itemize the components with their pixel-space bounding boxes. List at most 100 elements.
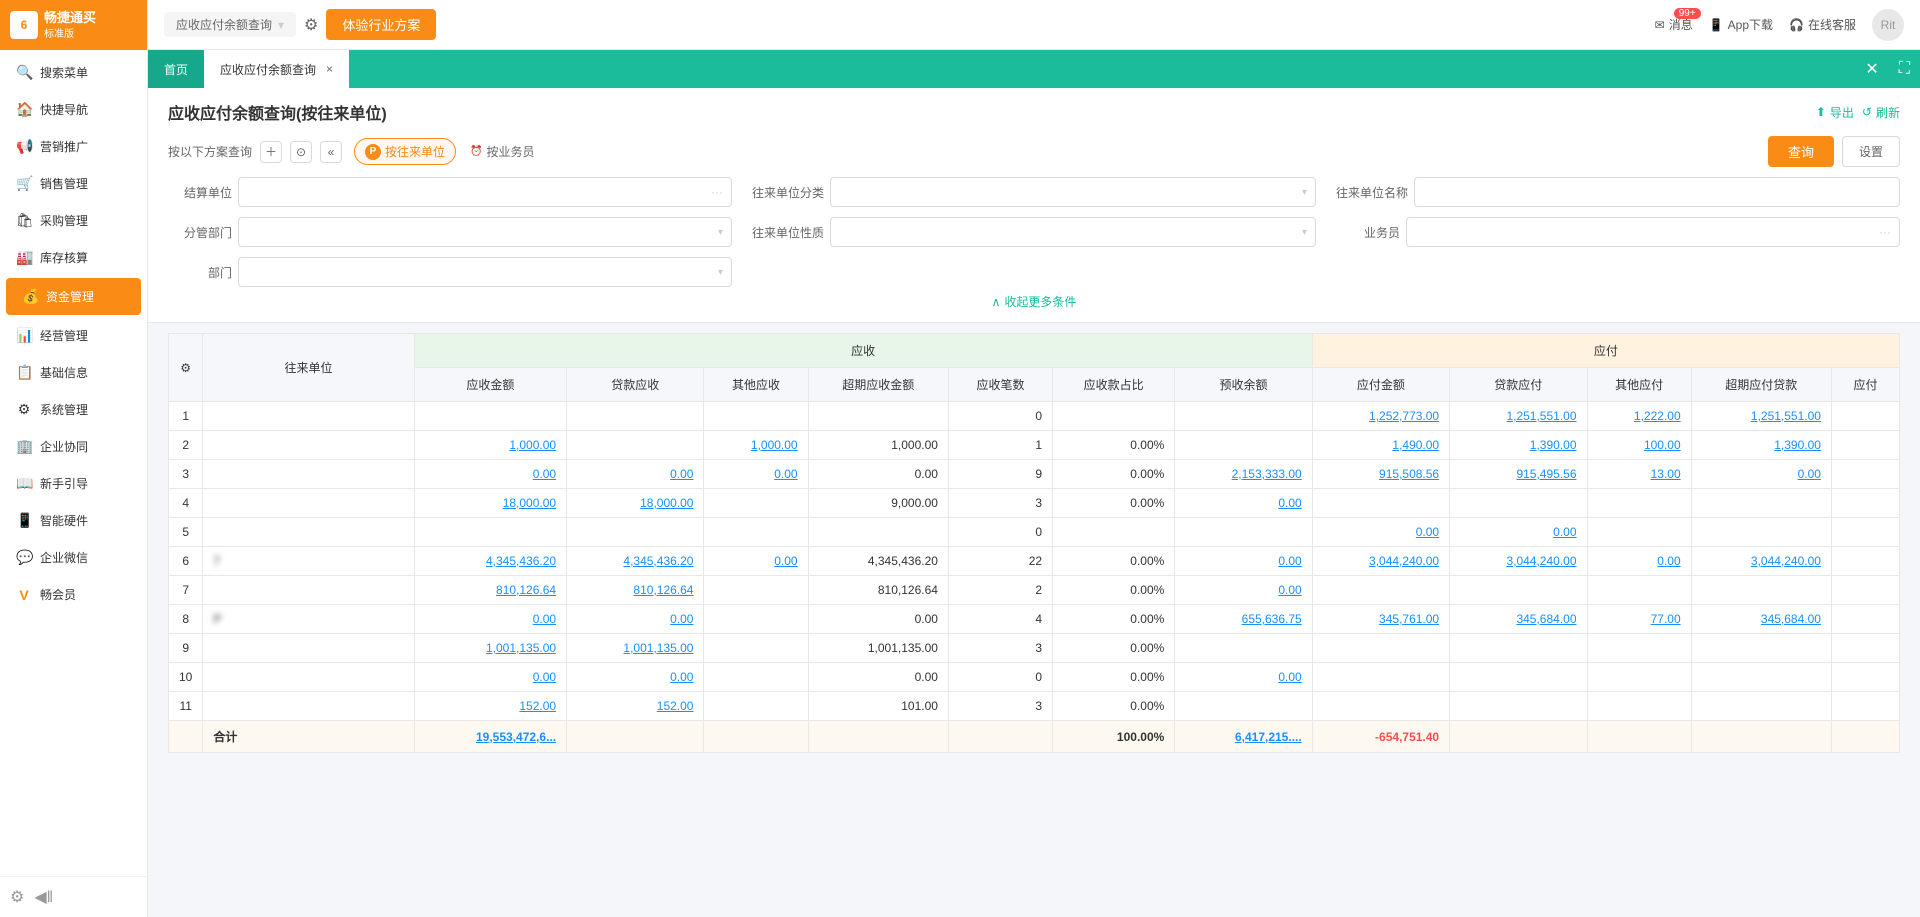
tab-close-button[interactable]: ×	[326, 62, 333, 76]
filter-config-button[interactable]: ⊙	[290, 141, 312, 163]
footer-ar-amount[interactable]: 19,553,472,6...	[414, 721, 567, 753]
scheme-tab-partner[interactable]: P 按往来单位	[354, 138, 456, 165]
table-cell[interactable]: 4,345,436.20	[414, 547, 567, 576]
sidebar-item-quick[interactable]: 🏠 快捷导航	[0, 91, 147, 128]
table-cell[interactable]	[1450, 663, 1587, 692]
table-cell[interactable]: 3,044,240.00	[1312, 547, 1449, 576]
table-cell[interactable]: 0.00	[1175, 547, 1312, 576]
table-cell[interactable]	[1691, 663, 1831, 692]
table-cell[interactable]: 1,000.00	[704, 431, 808, 460]
table-cell[interactable]	[1450, 634, 1587, 663]
table-cell[interactable]	[704, 605, 808, 634]
dept-manage-select[interactable]: ▾	[238, 217, 732, 247]
table-cell[interactable]	[1587, 634, 1691, 663]
table-cell[interactable]: 345,684.00	[1691, 605, 1831, 634]
table-cell[interactable]	[1691, 634, 1831, 663]
table-cell[interactable]: 655,636.75	[1175, 605, 1312, 634]
table-cell[interactable]	[704, 634, 808, 663]
table-cell[interactable]: 345,761.00	[1312, 605, 1449, 634]
table-cell[interactable]	[1312, 634, 1449, 663]
table-cell[interactable]: 0.00	[567, 605, 704, 634]
table-cell[interactable]	[414, 518, 567, 547]
industry-solution-button[interactable]: 体验行业方案	[326, 9, 436, 40]
table-cell[interactable]	[1691, 576, 1831, 605]
salesman-input[interactable]: ···	[1406, 217, 1900, 247]
table-cell[interactable]	[1691, 489, 1831, 518]
sidebar-item-wechat[interactable]: 💬 企业微信	[0, 539, 147, 576]
export-button[interactable]: ⬆ 导出	[1816, 104, 1854, 121]
table-cell[interactable]	[1587, 489, 1691, 518]
sidebar-item-enterprise[interactable]: 🏢 企业协同	[0, 428, 147, 465]
table-cell[interactable]	[1450, 692, 1587, 721]
table-cell[interactable]: 1,252,773.00	[1312, 402, 1449, 431]
gear-header[interactable]: ⚙	[169, 334, 203, 402]
table-cell[interactable]	[704, 518, 808, 547]
sidebar-item-basic[interactable]: 📋 基础信息	[0, 354, 147, 391]
table-cell[interactable]	[1587, 692, 1691, 721]
table-cell[interactable]: 1,251,551.00	[1691, 402, 1831, 431]
filter-add-button[interactable]: ＋	[260, 141, 282, 163]
table-cell[interactable]: 0.00	[1175, 663, 1312, 692]
collapse-more-button[interactable]: ∧ 收起更多条件	[168, 293, 1900, 310]
sidebar-item-system[interactable]: ⚙ 系统管理	[0, 391, 147, 428]
sidebar-item-purchase[interactable]: 🛍 采购管理	[0, 202, 147, 239]
sidebar-item-sales[interactable]: 🛒 销售管理	[0, 165, 147, 202]
table-cell[interactable]: 1,390.00	[1450, 431, 1587, 460]
table-cell[interactable]	[704, 402, 808, 431]
table-cell[interactable]	[704, 663, 808, 692]
partner-name-input[interactable]	[1414, 177, 1900, 207]
table-cell[interactable]: 13.00	[1587, 460, 1691, 489]
table-cell[interactable]: 1,001,135.00	[414, 634, 567, 663]
table-cell[interactable]: 345,684.00	[1450, 605, 1587, 634]
table-cell[interactable]: 100.00	[1587, 431, 1691, 460]
table-cell[interactable]: 3,044,240.00	[1450, 547, 1587, 576]
tab-home[interactable]: 首页	[148, 50, 204, 88]
settings-button[interactable]: ⚙	[10, 887, 24, 907]
table-cell[interactable]	[704, 692, 808, 721]
table-cell[interactable]: 0.00	[1450, 518, 1587, 547]
table-cell[interactable]: 2,153,333.00	[1175, 460, 1312, 489]
table-cell[interactable]	[1175, 431, 1312, 460]
table-cell[interactable]: 152.00	[414, 692, 567, 721]
table-cell[interactable]: 0.00	[1175, 489, 1312, 518]
scheme-tab-salesman[interactable]: ⏰ 按业务员	[460, 138, 544, 165]
table-cell[interactable]: 1,251,551.00	[1450, 402, 1587, 431]
table-cell[interactable]: 1,000.00	[414, 431, 567, 460]
table-cell[interactable]	[567, 431, 704, 460]
table-cell[interactable]: 18,000.00	[567, 489, 704, 518]
sidebar-item-search[interactable]: 🔍 搜索菜单	[0, 54, 147, 91]
table-cell[interactable]	[704, 489, 808, 518]
table-cell[interactable]	[1312, 663, 1449, 692]
table-cell[interactable]	[567, 518, 704, 547]
table-cell[interactable]	[1175, 402, 1312, 431]
footer-prepay[interactable]: 6,417,215....	[1175, 721, 1312, 753]
table-cell[interactable]: 1,001,135.00	[567, 634, 704, 663]
table-cell[interactable]	[1587, 663, 1691, 692]
table-cell[interactable]: 1,222.00	[1587, 402, 1691, 431]
sidebar-item-marketing[interactable]: 📢 营销推广	[0, 128, 147, 165]
table-cell[interactable]	[1312, 576, 1449, 605]
sidebar-item-operation[interactable]: 📊 经营管理	[0, 317, 147, 354]
partner-category-select[interactable]: ▾	[830, 177, 1316, 207]
table-cell[interactable]	[1450, 489, 1587, 518]
table-cell[interactable]: 152.00	[567, 692, 704, 721]
table-cell[interactable]: 810,126.64	[414, 576, 567, 605]
table-cell[interactable]: 77.00	[1587, 605, 1691, 634]
sidebar-item-finance[interactable]: 💰 资金管理	[6, 278, 141, 315]
table-cell[interactable]	[1175, 634, 1312, 663]
table-cell[interactable]: 0.00	[1312, 518, 1449, 547]
settings-gear-icon[interactable]: ⚙	[304, 15, 318, 35]
table-cell[interactable]	[1587, 518, 1691, 547]
tab-current[interactable]: 应收应付余额查询 ×	[204, 50, 349, 88]
table-cell[interactable]: 0.00	[704, 460, 808, 489]
window-close-button[interactable]: ✕	[1855, 59, 1888, 79]
settlement-input[interactable]: ···	[238, 177, 732, 207]
setting-button[interactable]: 设置	[1842, 136, 1900, 167]
table-cell[interactable]: 3,044,240.00	[1691, 547, 1831, 576]
collapse-sidebar-button[interactable]: ◀‖	[34, 887, 53, 907]
window-maximize-button[interactable]: ⛶	[1889, 60, 1920, 78]
user-avatar[interactable]: Rit	[1872, 9, 1904, 41]
sidebar-item-hardware[interactable]: 📱 智能硬件	[0, 502, 147, 539]
table-cell[interactable]	[1312, 489, 1449, 518]
table-cell[interactable]: 18,000.00	[414, 489, 567, 518]
